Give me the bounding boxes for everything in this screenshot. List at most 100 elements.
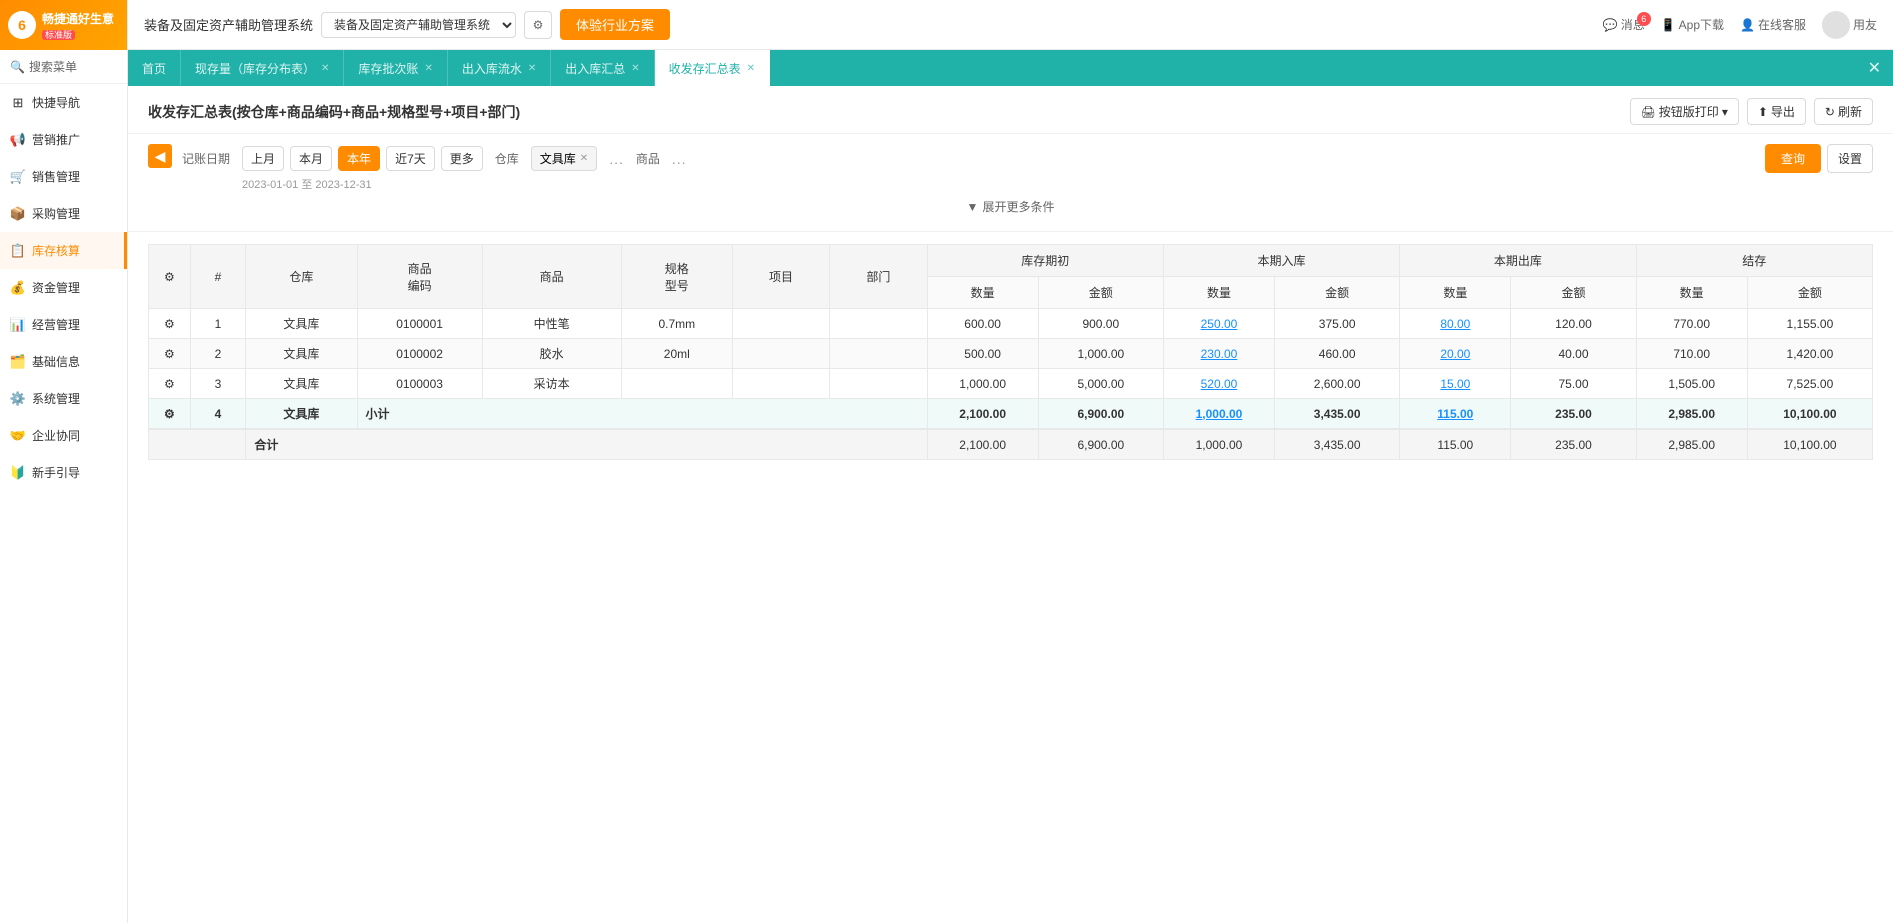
row-settings-icon: ⚙ <box>164 377 175 391</box>
close-qty-header: 数量 <box>1636 277 1747 309</box>
system-select[interactable]: 装备及固定资产辅助管理系统 <box>321 12 516 38</box>
out-qty-header: 数量 <box>1400 277 1511 309</box>
row-out-qty[interactable]: 20.00 <box>1400 339 1511 369</box>
row-in-qty[interactable]: 230.00 <box>1163 339 1274 369</box>
sales-icon: 🛒 <box>10 169 26 185</box>
filter-set-button[interactable]: 设置 <box>1827 144 1873 173</box>
subtotal-label: 小计 <box>357 399 927 430</box>
date-btn-本月[interactable]: 本月 <box>290 146 332 171</box>
row-out-qty[interactable]: 15.00 <box>1400 369 1511 399</box>
tabs-close-all-button[interactable]: ✕ <box>1856 58 1893 78</box>
row-open-qty: 600.00 <box>927 309 1038 339</box>
subtotal-settings-icon: ⚙ <box>164 407 175 421</box>
sidebar-item-system[interactable]: ⚙️系统管理 <box>0 380 127 417</box>
tab-inout-summary[interactable]: 出入库汇总✕ <box>551 50 654 86</box>
sidebar-item-sales[interactable]: 🛒销售管理 <box>0 158 127 195</box>
filter-collapse-button[interactable]: ◀ <box>148 144 172 168</box>
enterprise-icon: 🤝 <box>10 428 26 444</box>
warehouse-ellipsis[interactable]: ... <box>609 151 624 167</box>
date-btn-更多[interactable]: 更多 <box>441 146 483 171</box>
refresh-button[interactable]: ↻ 刷新 <box>1814 98 1873 125</box>
total-text: 合计 <box>246 429 927 460</box>
col-spec-header: 规格型号 <box>621 245 732 309</box>
sidebar-item-basic[interactable]: 🗂️基础信息 <box>0 343 127 380</box>
print-button[interactable]: 🖨 按钮版打印 ▾ <box>1630 98 1739 125</box>
tab-close-inout-summary[interactable]: ✕ <box>631 63 639 74</box>
table-settings-header[interactable]: ⚙ <box>149 245 191 309</box>
row-settings-icon: ⚙ <box>164 347 175 361</box>
row-code: 0100003 <box>357 369 482 399</box>
col-project-header: 项目 <box>732 245 829 309</box>
row-close-qty: 710.00 <box>1636 339 1747 369</box>
row-project <box>732 339 829 369</box>
topbar-left: 装备及固定资产辅助管理系统 装备及固定资产辅助管理系统 ⚙ 体验行业方案 <box>144 9 670 40</box>
sidebar-search[interactable]: 🔍 搜索菜单 <box>0 50 127 84</box>
table-total-row: 合计 2,100.00 6,900.00 1,000.00 3,435.00 1… <box>149 429 1873 460</box>
inventory-icon: 📋 <box>10 243 26 259</box>
date-btn-本年[interactable]: 本年 <box>338 146 380 171</box>
row-settings[interactable]: ⚙ <box>149 369 191 399</box>
tab-batch[interactable]: 库存批次账✕ <box>344 50 447 86</box>
guide-icon: 🔰 <box>10 465 26 481</box>
operations-icon: 📊 <box>10 317 26 333</box>
sidebar-item-finance[interactable]: 💰资金管理 <box>0 269 127 306</box>
logo-text: 畅捷通好生意 标准版 <box>42 10 114 41</box>
row-in-qty[interactable]: 250.00 <box>1163 309 1274 339</box>
col-out-header: 本期出库 <box>1400 245 1636 277</box>
row-settings[interactable]: ⚙ <box>149 339 191 369</box>
goods-ellipsis[interactable]: ... <box>672 151 687 167</box>
settings-gear-button[interactable]: ⚙ <box>524 11 552 39</box>
sidebar-item-guide[interactable]: 🔰新手引导 <box>0 454 127 491</box>
open-qty-header: 数量 <box>927 277 1038 309</box>
tab-close-send-recv-summary[interactable]: ✕ <box>747 63 755 74</box>
tabs-bar: 首页现存量（库存分布表）✕库存批次账✕出入库流水✕出入库汇总✕收发存汇总表✕✕ <box>128 50 1893 86</box>
online-service-button[interactable]: 👤 在线客服 <box>1740 16 1806 33</box>
sidebar-item-quick-nav[interactable]: ⊞快捷导航 <box>0 84 127 121</box>
subtotal-settings[interactable]: ⚙ <box>149 399 191 430</box>
warehouse-tag-close[interactable]: ✕ <box>580 153 588 164</box>
expand-filter-button[interactable]: ▼ 展开更多条件 <box>148 192 1873 221</box>
in-amt-header: 金额 <box>1275 277 1400 309</box>
subtotal-row: ⚙ 4 文具库 小计 2,100.00 6,900.00 1,000.00 3,… <box>149 399 1873 430</box>
tab-stock-dist[interactable]: 现存量（库存分布表）✕ <box>181 50 344 86</box>
query-button[interactable]: 查询 <box>1765 144 1821 173</box>
sidebar-item-marketing[interactable]: 📢营销推广 <box>0 121 127 158</box>
tab-close-inout-flow[interactable]: ✕ <box>528 63 536 74</box>
tab-inout-flow[interactable]: 出入库流水✕ <box>448 50 551 86</box>
subtotal-out-amt: 235.00 <box>1511 399 1636 430</box>
total-close-qty: 2,985.00 <box>1636 429 1747 460</box>
sidebar-item-label: 采购管理 <box>32 205 80 222</box>
tab-close-stock-dist[interactable]: ✕ <box>321 63 329 74</box>
row-open-qty: 500.00 <box>927 339 1038 369</box>
col-closing-header: 结存 <box>1636 245 1872 277</box>
app-download-label: App下载 <box>1679 16 1724 33</box>
date-btn-近7天[interactable]: 近7天 <box>386 146 435 171</box>
total-open-qty: 2,100.00 <box>927 429 1038 460</box>
app-logo: 6 畅捷通好生意 标准版 <box>0 0 127 50</box>
row-out-qty[interactable]: 80.00 <box>1400 309 1511 339</box>
sidebar-item-label: 库存核算 <box>32 242 80 259</box>
row-in-qty[interactable]: 520.00 <box>1163 369 1274 399</box>
message-icon: 💬 <box>1603 18 1618 32</box>
app-download-button[interactable]: 📱 App下载 <box>1661 16 1724 33</box>
row-name: 采访本 <box>482 369 621 399</box>
row-settings[interactable]: ⚙ <box>149 309 191 339</box>
sidebar-item-operations[interactable]: 📊 经营管理 <box>0 306 127 343</box>
user-button[interactable]: 用友 <box>1822 11 1877 39</box>
app-download-icon: 📱 <box>1661 18 1676 32</box>
tab-home[interactable]: 首页 <box>128 50 181 86</box>
message-button[interactable]: 💬 消息 6 <box>1603 16 1645 33</box>
trial-button[interactable]: 体验行业方案 <box>560 9 670 40</box>
sidebar-item-label: 经营管理 <box>32 316 80 333</box>
export-button[interactable]: ⬆ 导出 <box>1747 98 1806 125</box>
warehouse-filter-label: 仓库 <box>495 150 519 167</box>
date-btn-上月[interactable]: 上月 <box>242 146 284 171</box>
basic-icon: 🗂️ <box>10 354 26 370</box>
col-in-header: 本期入库 <box>1163 245 1399 277</box>
sidebar-item-inventory[interactable]: 📋 库存核算 <box>0 232 127 269</box>
sidebar-item-purchase[interactable]: 📦采购管理 <box>0 195 127 232</box>
total-open-amt: 6,900.00 <box>1038 429 1163 460</box>
tab-send-recv-summary[interactable]: 收发存汇总表✕ <box>655 50 770 86</box>
tab-close-batch[interactable]: ✕ <box>424 63 432 74</box>
sidebar-item-enterprise[interactable]: 🤝企业协同 <box>0 417 127 454</box>
